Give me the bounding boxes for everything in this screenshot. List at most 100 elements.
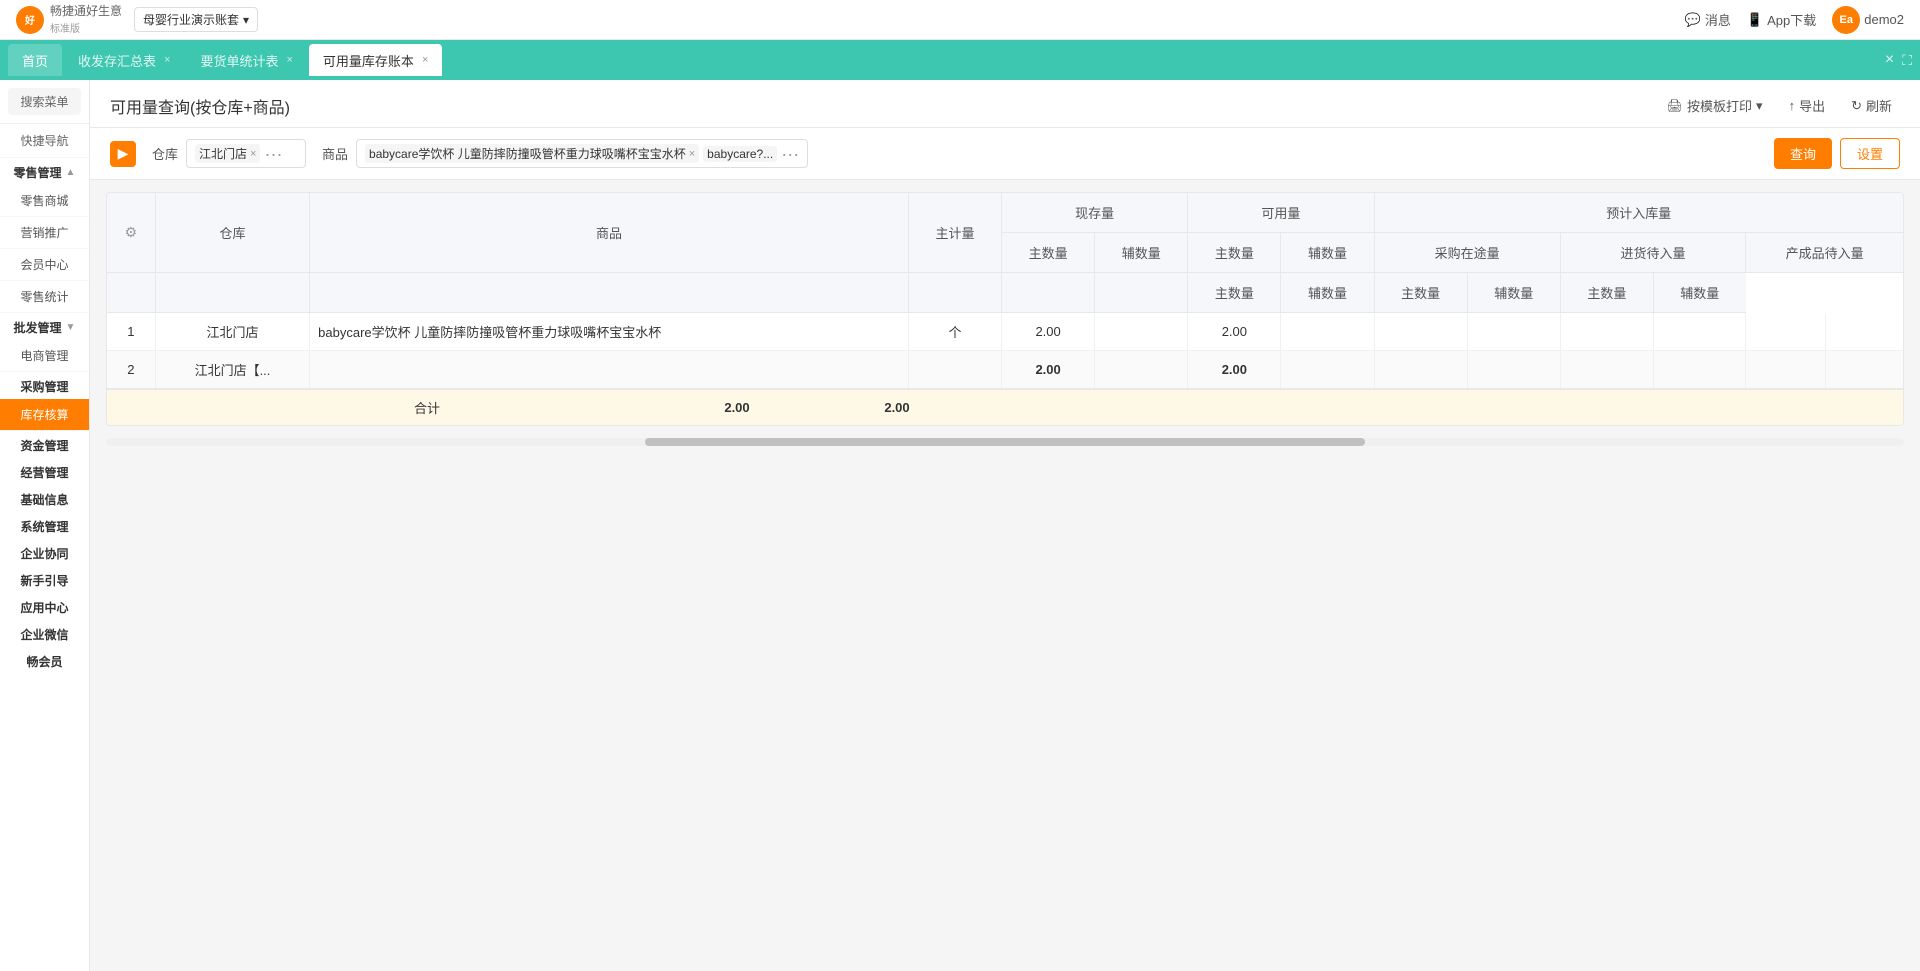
tab-available-inventory[interactable]: 可用量库存账本 × bbox=[309, 44, 442, 76]
cell-unit-2 bbox=[908, 351, 1001, 389]
sidebar-section-enterprise[interactable]: 企业协同 bbox=[0, 539, 89, 566]
close-available-inventory-tab[interactable]: × bbox=[422, 54, 428, 66]
search-menu-button[interactable]: 搜索菜单 bbox=[8, 88, 81, 115]
wholesale-arrow-icon: ▼ bbox=[66, 322, 76, 333]
logo-text-block: 畅捷通好生意 标准版 bbox=[50, 4, 122, 35]
print-button[interactable]: 🖨 按模板打印 ▾ bbox=[1659, 92, 1771, 119]
app-download-btn[interactable]: 📱 App下载 bbox=[1747, 10, 1816, 29]
sidebar-section-finance[interactable]: 资金管理 bbox=[0, 431, 89, 458]
tab-home[interactable]: 首页 bbox=[8, 44, 62, 76]
cell-avail-aux-2 bbox=[1281, 351, 1374, 389]
th-goods-pending: 进货待入量 bbox=[1560, 233, 1745, 273]
cell-goods-main-2 bbox=[1560, 351, 1653, 389]
sidebar-item-members[interactable]: 会员中心 bbox=[0, 249, 89, 281]
total-label: 合计 bbox=[414, 398, 440, 417]
close-receipts-tab[interactable]: × bbox=[164, 54, 170, 66]
warehouse-more-icon[interactable]: ··· bbox=[264, 145, 282, 163]
message-btn[interactable]: 💬 消息 bbox=[1685, 10, 1731, 29]
phone-icon: 📱 bbox=[1747, 12, 1763, 28]
filter-area: ▶ 仓库 江北门店 × ··· 商品 babycare学饮杯 儿童防摔防撞吸管杯… bbox=[90, 128, 1920, 180]
user-area[interactable]: Ea demo2 bbox=[1832, 6, 1904, 34]
th-empty3 bbox=[310, 273, 909, 313]
table-body: 1 江北门店 babycare学饮杯 儿童防摔防撞吸管杯重力球吸嘴杯宝宝水杯 个… bbox=[107, 313, 1903, 389]
sidebar-section-newbie[interactable]: 新手引导 bbox=[0, 566, 89, 593]
remove-warehouse-tag[interactable]: × bbox=[250, 148, 256, 160]
refresh-button[interactable]: ↻ 刷新 bbox=[1843, 92, 1900, 119]
home-tab-label: 首页 bbox=[22, 51, 48, 70]
receipts-tab-label: 收发存汇总表 bbox=[78, 51, 156, 70]
th-purchase-main: 主数量 bbox=[1188, 273, 1281, 313]
header-left: 好 畅捷通好生意 标准版 母婴行业演示账套 ▾ bbox=[16, 4, 258, 35]
sidebar-item-inventory[interactable]: 库存核算 bbox=[0, 399, 89, 431]
sidebar-section-app-center[interactable]: 应用中心 bbox=[0, 593, 89, 620]
nav-expand-button[interactable]: ⛶ bbox=[1902, 52, 1912, 69]
cell-avail-main-2: 2.00 bbox=[1188, 351, 1281, 389]
filter-toggle-button[interactable]: ▶ bbox=[110, 141, 136, 167]
th-planned-in: 预计入库量 bbox=[1374, 193, 1903, 233]
footer-stock-main: 2.00 bbox=[697, 400, 777, 415]
table-header-row3: 主数量 辅数量 主数量 辅数量 主数量 辅数量 bbox=[107, 273, 1903, 313]
table-settings-icon[interactable]: ⚙ bbox=[125, 224, 138, 240]
avatar: Ea bbox=[1832, 6, 1860, 34]
sidebar-section-purchase[interactable]: 采购管理 bbox=[0, 372, 89, 399]
purchase-section-label: 采购管理 bbox=[20, 378, 68, 395]
cell-purchase-aux-2 bbox=[1467, 351, 1560, 389]
cell-warehouse-1: 江北门店 bbox=[155, 313, 309, 351]
content-area: 可用量查询(按仓库+商品) 🖨 按模板打印 ▾ ↑ 导出 ↻ 刷新 ▶ bbox=[90, 80, 1920, 971]
logo-icon: 好 bbox=[16, 6, 44, 34]
horizontal-scrollbar[interactable] bbox=[106, 438, 1904, 446]
sidebar-section-wechat[interactable]: 企业微信 bbox=[0, 620, 89, 647]
store-selector[interactable]: 母婴行业演示账套 ▾ bbox=[134, 7, 258, 32]
table-row: 1 江北门店 babycare学饮杯 儿童防摔防撞吸管杯重力球吸嘴杯宝宝水杯 个… bbox=[107, 313, 1903, 351]
sidebar-section-retail[interactable]: 零售管理 ▲ bbox=[0, 158, 89, 185]
sidebar-item-retail-stats[interactable]: 零售统计 bbox=[0, 281, 89, 313]
warehouse-input[interactable]: 江北门店 × ··· bbox=[186, 139, 306, 168]
nav-close-button[interactable]: × bbox=[1885, 51, 1894, 69]
export-label: 导出 bbox=[1799, 96, 1825, 115]
th-empty2 bbox=[155, 273, 309, 313]
sidebar-item-marketing[interactable]: 营销推广 bbox=[0, 217, 89, 249]
sidebar-section-operations[interactable]: 经营管理 bbox=[0, 458, 89, 485]
th-main-unit: 主计量 bbox=[908, 193, 1001, 273]
th-product-main: 主数量 bbox=[1560, 273, 1653, 313]
sidebar-section-basic[interactable]: 基础信息 bbox=[0, 485, 89, 512]
cell-product-2 bbox=[310, 351, 909, 389]
th-available: 可用量 bbox=[1188, 193, 1374, 233]
th-empty6 bbox=[1095, 273, 1188, 313]
remove-product-tag1[interactable]: × bbox=[689, 148, 695, 160]
cell-index-2: 2 bbox=[107, 351, 155, 389]
cell-unit-1: 个 bbox=[908, 313, 1001, 351]
sidebar-item-retail-mall[interactable]: 零售商城 bbox=[0, 185, 89, 217]
refresh-label: 刷新 bbox=[1866, 96, 1892, 115]
cell-goods-aux-2 bbox=[1653, 351, 1745, 389]
sidebar-section-system[interactable]: 系统管理 bbox=[0, 512, 89, 539]
refresh-icon: ↻ bbox=[1851, 98, 1862, 114]
tab-receipts[interactable]: 收发存汇总表 × bbox=[64, 44, 184, 76]
query-button[interactable]: 查询 bbox=[1774, 138, 1832, 169]
cell-product-aux-2 bbox=[1825, 351, 1903, 389]
product-tag1: babycare学饮杯 儿童防摔防撞吸管杯重力球吸嘴杯宝宝水杯 × bbox=[365, 144, 699, 163]
app-name: 畅捷通好生意 bbox=[50, 4, 122, 20]
scrollbar-thumb[interactable] bbox=[645, 438, 1364, 446]
sidebar-item-ecommerce[interactable]: 电商管理 bbox=[0, 340, 89, 372]
cell-product-aux-1 bbox=[1825, 313, 1903, 351]
filter-actions: 查询 设置 bbox=[1774, 138, 1900, 169]
sidebar-section-vip[interactable]: 畅会员 bbox=[0, 647, 89, 674]
nav-tabs-right: × ⛶ bbox=[1885, 51, 1912, 69]
chevron-down-icon: ▾ bbox=[243, 13, 249, 27]
sidebar-item-quick-nav[interactable]: 快捷导航 bbox=[0, 124, 89, 158]
sidebar-section-wholesale[interactable]: 批发管理 ▼ bbox=[0, 313, 89, 340]
tab-order-stats[interactable]: 要货单统计表 × bbox=[186, 44, 306, 76]
cell-product-main-1 bbox=[1746, 313, 1826, 351]
settings-button[interactable]: 设置 bbox=[1840, 138, 1900, 169]
product-more-icon[interactable]: ··· bbox=[781, 145, 799, 163]
th-stock-aux: 辅数量 bbox=[1095, 233, 1188, 273]
warehouse-tag-value: 江北门店 bbox=[199, 145, 247, 162]
product-input[interactable]: babycare学饮杯 儿童防摔防撞吸管杯重力球吸嘴杯宝宝水杯 × babyca… bbox=[356, 139, 808, 168]
export-button[interactable]: ↑ 导出 bbox=[1781, 92, 1834, 119]
close-order-stats-tab[interactable]: × bbox=[286, 54, 292, 66]
page-title: 可用量查询(按仓库+商品) bbox=[110, 94, 290, 118]
cell-stock-main-1: 2.00 bbox=[1002, 313, 1095, 351]
footer-avail-main: 2.00 bbox=[857, 400, 937, 415]
cell-purchase-aux-1 bbox=[1467, 313, 1560, 351]
